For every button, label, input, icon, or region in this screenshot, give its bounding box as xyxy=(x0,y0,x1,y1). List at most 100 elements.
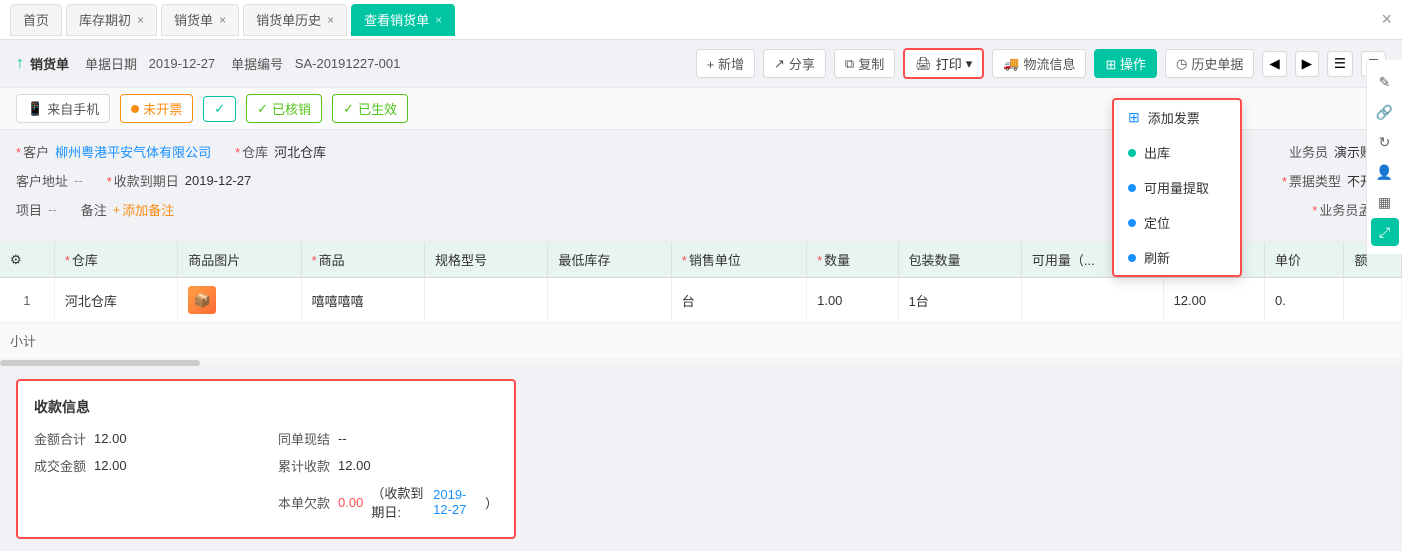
total-amount-value: 12.00 xyxy=(94,431,127,446)
payment-title: 收款信息 xyxy=(34,397,498,417)
tab-bar: 首页 库存期初 × 销货单 × 销货单历史 × 查看销货单 × × xyxy=(0,0,1402,40)
tab-inventory-init[interactable]: 库存期初 × xyxy=(66,4,157,36)
doc-type-label: 销货单 xyxy=(30,54,69,73)
logistics-button[interactable]: 🚚 物流信息 xyxy=(992,49,1086,78)
staff-label: 业务员孟 xyxy=(1312,200,1371,219)
new-button[interactable]: + 新增 xyxy=(696,49,755,78)
window-close-button[interactable]: × xyxy=(1381,9,1392,30)
dropdown-add-invoice[interactable]: ⊞ 添加发票 xyxy=(1114,100,1240,135)
due-date-field: 收款到期日 2019-12-27 xyxy=(107,171,252,190)
history-button[interactable]: ◷ 历史单据 xyxy=(1165,49,1254,78)
sidebar-refresh-button[interactable]: ↻ xyxy=(1371,128,1399,156)
customer-value[interactable]: 柳州粤港平安气体有限公司 xyxy=(55,142,211,161)
total-amount-row: 金额合计 12.00 xyxy=(34,429,254,448)
dropdown-outbound[interactable]: 出库 xyxy=(1114,135,1240,170)
address-value: -- xyxy=(74,173,83,188)
total-amount-label: 金额合计 xyxy=(34,429,86,448)
customer-label: 客户 xyxy=(16,142,49,161)
sidebar-user-button[interactable]: 👤 xyxy=(1371,158,1399,186)
same-order-value: -- xyxy=(338,431,347,446)
from-mobile-button[interactable]: 📱 来自手机 xyxy=(16,94,110,123)
user-icon: 👤 xyxy=(1376,164,1393,181)
warehouse-value: 河北仓库 xyxy=(274,142,326,161)
sidebar-expand-button[interactable]: ⤢ xyxy=(1371,218,1399,246)
col-min-stock: 最低库存 xyxy=(548,242,671,278)
row-unit-price: 0. xyxy=(1265,278,1344,323)
row-product: 嘻嘻嘻嘻 xyxy=(301,278,424,323)
copy-icon: ⧉ xyxy=(845,56,854,72)
plus-icon: + xyxy=(113,202,121,217)
tab-sales-order[interactable]: 销货单 × xyxy=(161,4,239,36)
row-pack-qty: 1台 xyxy=(898,278,1021,323)
col-sales-unit: 销售单位 xyxy=(671,242,806,278)
refresh-circle-icon: ↻ xyxy=(1379,134,1391,151)
next-button[interactable]: ▶ xyxy=(1295,51,1319,77)
sidebar-table-button[interactable]: ▦ xyxy=(1371,188,1399,216)
owed-close: ） xyxy=(485,493,498,512)
tab-history-close[interactable]: × xyxy=(327,13,334,27)
same-order-row: 同单现结 -- xyxy=(278,429,498,448)
share-icon: ↗ xyxy=(774,56,785,72)
add-invoice-label: 添加发票 xyxy=(1148,108,1200,127)
dropdown-locate[interactable]: 定位 xyxy=(1114,205,1240,240)
doc-actions-block: + 新增 ↗ 分享 ⧉ 复制 🖨 打印 ▾ 🚚 物流信息 ⊞ 操作 xyxy=(696,48,1386,79)
share-button[interactable]: ↗ 分享 xyxy=(763,49,826,78)
dropdown-available-qty[interactable]: 可用量提取 xyxy=(1114,170,1240,205)
link-icon: 🔗 xyxy=(1376,104,1393,121)
add-note-button[interactable]: + 添加备注 xyxy=(113,200,175,219)
row-min-stock xyxy=(548,278,671,323)
operations-dropdown: ⊞ 添加发票 出库 可用量提取 定位 刷新 xyxy=(1112,98,1242,277)
owed-due-date: 2019-12-27 xyxy=(433,487,477,517)
cancelled-button[interactable]: ✓ 已核销 xyxy=(246,94,322,123)
sidebar-edit-button[interactable]: ✎ xyxy=(1371,68,1399,96)
document-header: ↑ 销货单 单据日期 2019-12-27 单据编号 SA-20191227-0… xyxy=(0,40,1402,88)
tab-inventory-close[interactable]: × xyxy=(137,13,144,27)
tab-inventory-label: 库存期初 xyxy=(79,10,131,29)
dropdown-refresh[interactable]: 刷新 xyxy=(1114,240,1240,275)
warehouse-label: 仓库 xyxy=(235,142,268,161)
check-icon2: ✓ xyxy=(343,101,354,117)
list-view-button[interactable]: ☰ xyxy=(1327,51,1353,77)
not-open-button[interactable]: 未开票 xyxy=(120,94,193,123)
operate-grid-icon: ⊞ xyxy=(1105,57,1116,72)
horizontal-scrollbar[interactable] xyxy=(0,360,200,366)
tab-sales-history[interactable]: 销货单历史 × xyxy=(243,4,347,36)
tab-history-label: 销货单历史 xyxy=(256,10,321,29)
warehouse-field: 仓库 河北仓库 xyxy=(235,142,326,161)
tab-sales-close[interactable]: × xyxy=(219,13,226,27)
payment-section: 收款信息 金额合计 12.00 同单现结 -- 成交金额 12.00 累计收款 … xyxy=(16,379,516,539)
col-product: 商品 xyxy=(301,242,424,278)
project-label: 项目 xyxy=(16,200,42,219)
print-icon: 🖨 xyxy=(915,56,932,72)
note-field: 备注 + 添加备注 xyxy=(81,200,175,219)
col-spec: 规格型号 xyxy=(425,242,548,278)
cumulative-row: 累计收款 12.00 xyxy=(278,456,498,475)
prev-button[interactable]: ◀ xyxy=(1262,51,1286,77)
effective-button[interactable]: ✓ 已生效 xyxy=(332,94,408,123)
confirm-button[interactable]: ✓ xyxy=(203,96,236,122)
row-available xyxy=(1021,278,1163,323)
doc-meta-block: 单据日期 2019-12-27 单据编号 SA-20191227-001 xyxy=(85,54,400,73)
subtotal-label: 小计 xyxy=(0,323,1402,359)
refresh-icon xyxy=(1128,254,1136,262)
transaction-value: 12.00 xyxy=(94,458,127,473)
tab-view-label: 查看销货单 xyxy=(364,10,429,29)
sidebar-link-button[interactable]: 🔗 xyxy=(1371,98,1399,126)
tab-home[interactable]: 首页 xyxy=(10,4,62,36)
tab-view-close[interactable]: × xyxy=(435,13,442,27)
row-amount xyxy=(1344,278,1402,323)
col-settings[interactable]: ⚙ xyxy=(0,242,54,278)
print-dropdown-icon: ▾ xyxy=(966,56,973,72)
print-button[interactable]: 🖨 打印 ▾ xyxy=(903,48,984,79)
operate-button[interactable]: ⊞ 操作 xyxy=(1094,49,1157,78)
row-product-img: 📦 xyxy=(178,278,301,323)
cumulative-label: 累计收款 xyxy=(278,456,330,475)
tab-view-sales[interactable]: 查看销货单 × xyxy=(351,4,455,36)
not-open-indicator xyxy=(131,105,139,113)
logistics-icon: 🚚 xyxy=(1003,56,1019,72)
copy-button[interactable]: ⧉ 复制 xyxy=(834,49,895,78)
col-pack-qty: 包装数量 xyxy=(898,242,1021,278)
table-row: 1 河北仓库 📦 嘻嘻嘻嘻 台 1.00 1台 12.00 0. xyxy=(0,278,1402,323)
same-order-label: 同单现结 xyxy=(278,429,330,448)
col-warehouse: 仓库 xyxy=(54,242,177,278)
